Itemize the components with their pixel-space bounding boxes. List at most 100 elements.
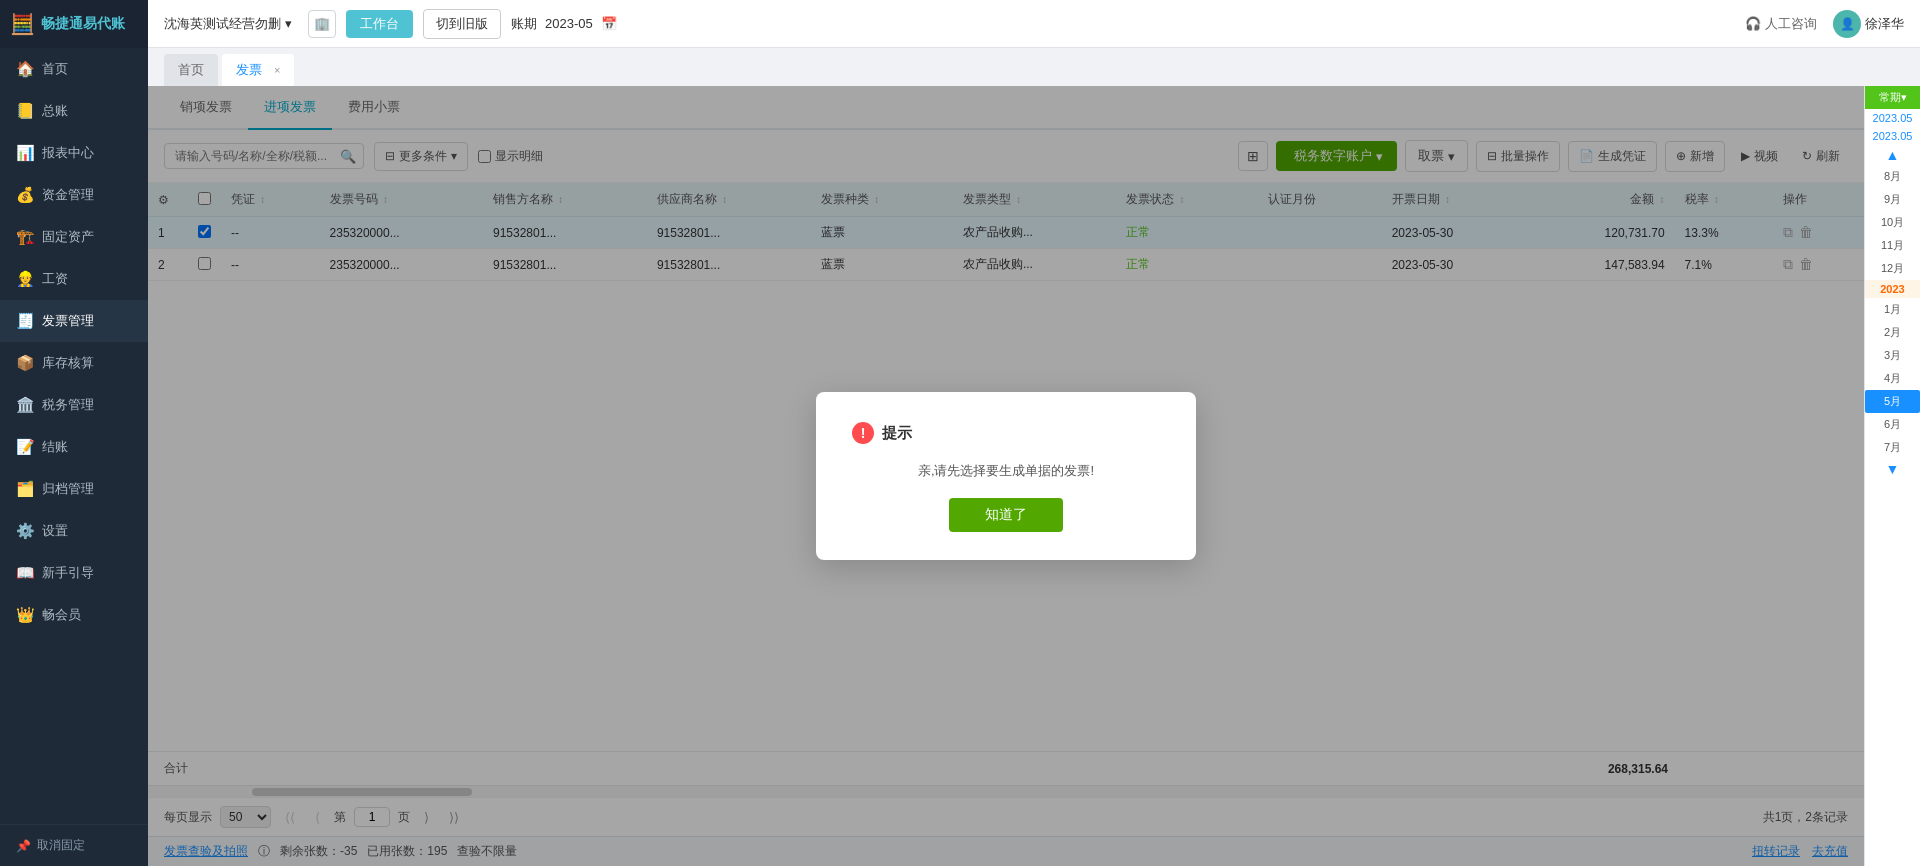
sidebar-item-reports[interactable]: 📊 报表中心 <box>0 132 148 174</box>
sidebar-item-label: 库存核算 <box>42 354 94 372</box>
switch-button[interactable]: 切到旧版 <box>423 9 501 39</box>
sidebar-item-archive[interactable]: 🗂️ 归档管理 <box>0 468 148 510</box>
company-name: 沈海英测试经营勿删 <box>164 15 281 33</box>
top-bar-icons: 🏢 <box>308 10 336 38</box>
sidebar-item-label: 资金管理 <box>42 186 94 204</box>
invoice-icon: 🧾 <box>16 312 34 330</box>
pin-icon: 📌 <box>16 839 31 853</box>
inventory-icon: 📦 <box>16 354 34 372</box>
modal-title: 提示 <box>882 424 912 443</box>
chevron-period-icon: ▾ <box>1901 91 1907 103</box>
sidebar-item-label: 总账 <box>42 102 68 120</box>
settings-icon: ⚙️ <box>16 522 34 540</box>
period-month-5[interactable]: 5月 <box>1865 390 1920 413</box>
content-area: 销项发票 进项发票 费用小票 🔍 ⊟ 更多条件 ▾ <box>148 86 1920 866</box>
period-month-9[interactable]: 9月 <box>1865 188 1920 211</box>
modal-ok-button[interactable]: 知道了 <box>949 498 1063 532</box>
finance-icon: 💰 <box>16 186 34 204</box>
period-month-11[interactable]: 11月 <box>1865 234 1920 257</box>
period-month-2[interactable]: 2月 <box>1865 321 1920 344</box>
sidebar-logo: 🧮 畅捷通易代账 <box>0 0 148 48</box>
invoice-page: 销项发票 进项发票 费用小票 🔍 ⊟ 更多条件 ▾ <box>148 86 1864 866</box>
period-header[interactable]: 常期▾ <box>1865 86 1920 109</box>
period-month-1[interactable]: 1月 <box>1865 298 1920 321</box>
period-value: 2023-05 <box>545 16 593 31</box>
tabs-row: 首页 发票 × <box>148 48 1920 86</box>
sidebar-item-vip[interactable]: 👑 畅会员 <box>0 594 148 636</box>
tab-close-icon[interactable]: × <box>274 64 280 76</box>
modal-box: ! 提示 亲,请先选择要生成单据的发票! 知道了 <box>816 392 1196 560</box>
period-month-6[interactable]: 6月 <box>1865 413 1920 436</box>
assets-icon: 🏗️ <box>16 228 34 246</box>
period-month-4[interactable]: 4月 <box>1865 367 1920 390</box>
logo-icon: 🧮 <box>10 12 35 36</box>
sidebar-item-home[interactable]: 🏠 首页 <box>0 48 148 90</box>
period-year-marker: 2023 <box>1865 280 1920 298</box>
archive-icon: 🗂️ <box>16 480 34 498</box>
tax-icon: 🏛️ <box>16 396 34 414</box>
period-month-7[interactable]: 7月 <box>1865 436 1920 459</box>
sidebar-item-inventory[interactable]: 📦 库存核算 <box>0 342 148 384</box>
sidebar-item-close-period[interactable]: 📝 结账 <box>0 426 148 468</box>
period-info: 账期 2023-05 📅 <box>511 15 617 33</box>
sidebar-item-label: 设置 <box>42 522 68 540</box>
user-avatar: 👤 <box>1833 10 1861 38</box>
calendar-icon: 📅 <box>601 16 617 31</box>
avatar-icon: 👤 <box>1840 17 1855 31</box>
sidebar-item-label: 税务管理 <box>42 396 94 414</box>
sidebar-item-finance[interactable]: 💰 资金管理 <box>0 174 148 216</box>
user-info[interactable]: 👤 徐泽华 <box>1833 10 1904 38</box>
period-month-10[interactable]: 10月 <box>1865 211 1920 234</box>
sidebar-item-label: 结账 <box>42 438 68 456</box>
right-panel: 常期▾ 2023.05 2023.05 ▲ 8月 9月 10月 11月 12月 … <box>1864 86 1920 866</box>
ledger-icon: 📒 <box>16 102 34 120</box>
guide-icon: 📖 <box>16 564 34 582</box>
period-year-top2: 2023.05 <box>1865 127 1920 145</box>
tab-invoice[interactable]: 发票 × <box>222 54 294 86</box>
help-label: 人工咨询 <box>1765 15 1817 33</box>
logo-text: 畅捷通易代账 <box>41 15 125 33</box>
sidebar-item-ledger[interactable]: 📒 总账 <box>0 90 148 132</box>
period-month-12[interactable]: 12月 <box>1865 257 1920 280</box>
modal-overlay: ! 提示 亲,请先选择要生成单据的发票! 知道了 <box>148 86 1864 866</box>
building-icon: 🏢 <box>314 16 330 31</box>
payroll-icon: 👷 <box>16 270 34 288</box>
sidebar-item-label: 工资 <box>42 270 68 288</box>
sidebar-item-label: 新手引导 <box>42 564 94 582</box>
sidebar-footer[interactable]: 📌 取消固定 <box>0 824 148 866</box>
sidebar-item-assets[interactable]: 🏗️ 固定资产 <box>0 216 148 258</box>
top-bar-right: 🎧 人工咨询 👤 徐泽华 <box>1745 10 1904 38</box>
period-down-nav[interactable]: ▼ <box>1865 459 1920 479</box>
company-selector[interactable]: 沈海英测试经营勿删 ▾ <box>164 15 292 33</box>
sidebar-item-label: 报表中心 <box>42 144 94 162</box>
sidebar: 🧮 畅捷通易代账 🏠 首页 📒 总账 📊 报表中心 💰 资金管理 🏗️ <box>0 0 148 866</box>
sidebar-item-tax[interactable]: 🏛️ 税务管理 <box>0 384 148 426</box>
period-label: 账期 <box>511 15 537 33</box>
headset-icon: 🎧 <box>1745 16 1761 31</box>
close-period-icon: 📝 <box>16 438 34 456</box>
sidebar-item-label: 固定资产 <box>42 228 94 246</box>
sidebar-item-settings[interactable]: ⚙️ 设置 <box>0 510 148 552</box>
period-month-3[interactable]: 3月 <box>1865 344 1920 367</box>
help-button[interactable]: 🎧 人工咨询 <box>1745 15 1817 33</box>
sidebar-nav: 🏠 首页 📒 总账 📊 报表中心 💰 资金管理 🏗️ 固定资产 👷 工资 <box>0 48 148 824</box>
sidebar-item-payroll[interactable]: 👷 工资 <box>0 258 148 300</box>
period-month-8[interactable]: 8月 <box>1865 165 1920 188</box>
workspace-button[interactable]: 工作台 <box>346 10 413 38</box>
sidebar-item-label: 归档管理 <box>42 480 94 498</box>
period-year-top: 2023.05 <box>1865 109 1920 127</box>
chevron-down-icon: ▾ <box>285 16 292 31</box>
main-area: 沈海英测试经营勿删 ▾ 🏢 工作台 切到旧版 账期 2023-05 📅 🎧 人工… <box>148 0 1920 866</box>
modal-title-row: ! 提示 <box>852 422 1160 444</box>
vip-icon: 👑 <box>16 606 34 624</box>
sidebar-footer-label: 取消固定 <box>37 837 85 854</box>
modal-message: 亲,请先选择要生成单据的发票! <box>852 462 1160 480</box>
company-icon-btn[interactable]: 🏢 <box>308 10 336 38</box>
sidebar-item-guide[interactable]: 📖 新手引导 <box>0 552 148 594</box>
sidebar-item-invoice[interactable]: 🧾 发票管理 <box>0 300 148 342</box>
modal-warning-icon: ! <box>852 422 874 444</box>
tab-home[interactable]: 首页 <box>164 54 218 86</box>
home-icon: 🏠 <box>16 60 34 78</box>
sidebar-item-label: 发票管理 <box>42 312 94 330</box>
period-up-nav[interactable]: ▲ <box>1865 145 1920 165</box>
